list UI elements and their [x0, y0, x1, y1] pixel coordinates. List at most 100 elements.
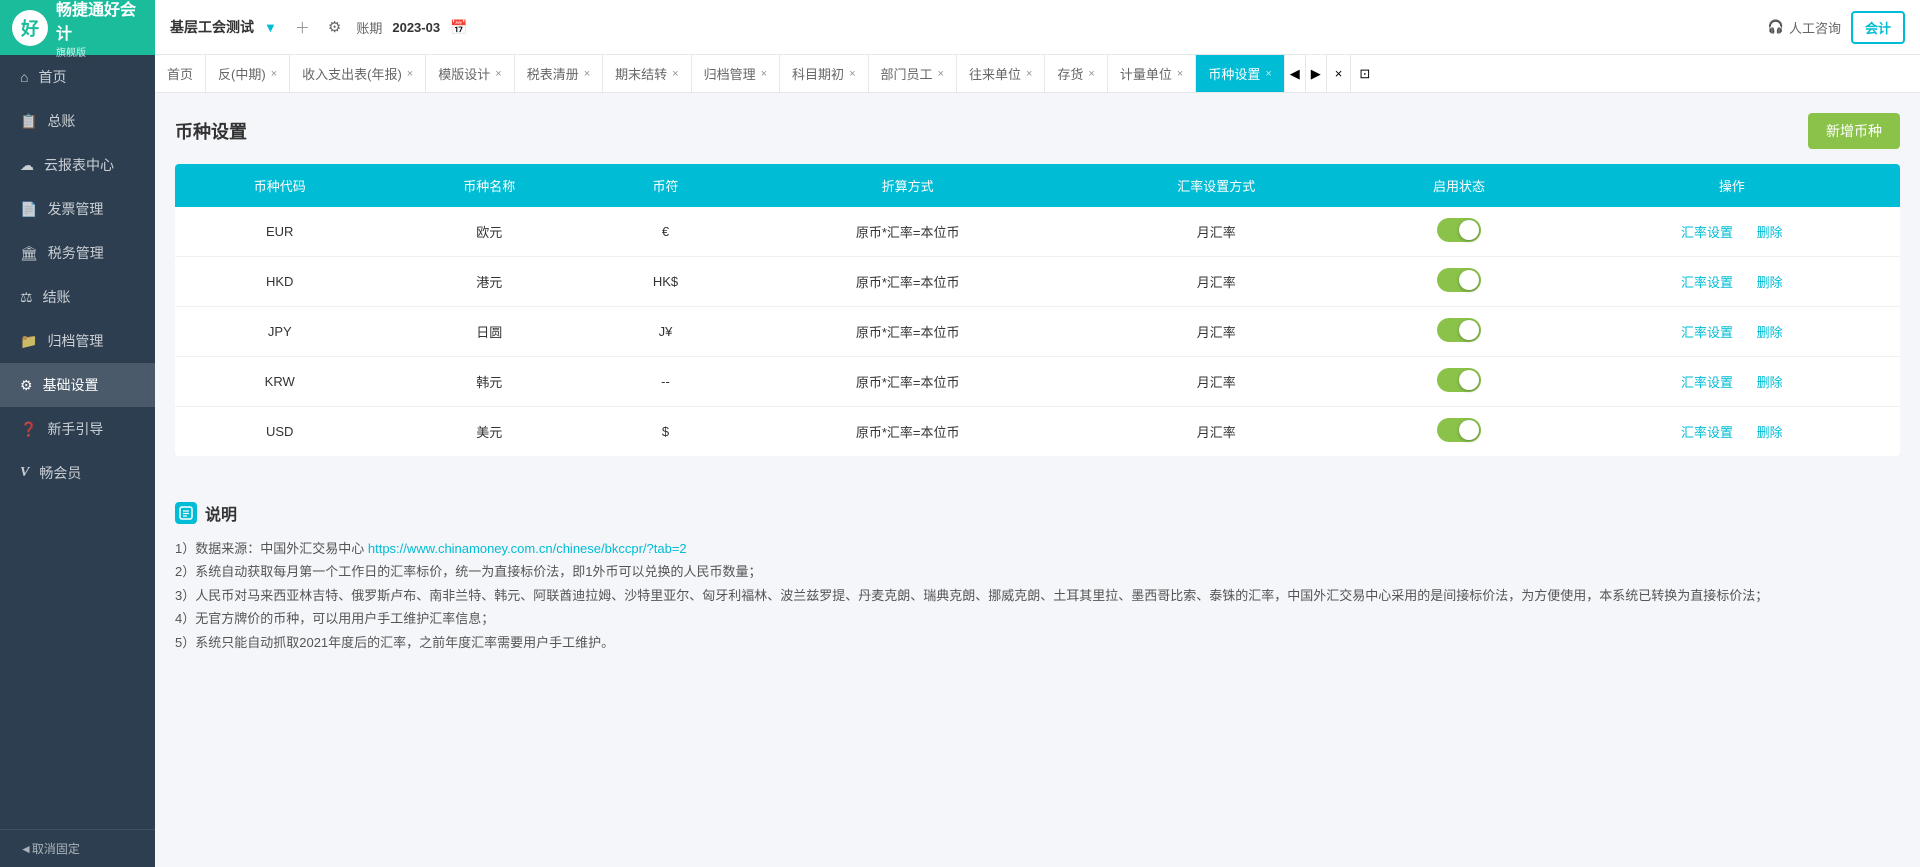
tab-close-icon[interactable]: × [1265, 68, 1271, 80]
cell-actions: 汇率设置 删除 [1564, 307, 1900, 357]
gear-icon[interactable]: ⚙ [328, 18, 341, 36]
sidebar-item-label: 畅会员 [39, 463, 81, 483]
sidebar-item-settle[interactable]: ⚖ 结账 [0, 275, 155, 319]
sidebar-item-label: 首页 [38, 67, 66, 87]
company-dropdown-icon[interactable]: ▼ [264, 20, 277, 35]
table-row: HKD 港元 HK$ 原币*汇率=本位币 月汇率 汇率设置 删除 [175, 257, 1900, 307]
tab-currency[interactable]: 币种设置 × [1196, 55, 1284, 93]
sidebar-item-invoice[interactable]: 📄 发票管理 [0, 187, 155, 231]
tab-dept[interactable]: 部门员工 × [869, 55, 957, 93]
rate-setting-link[interactable]: 汇率设置 [1681, 225, 1733, 240]
cell-code: USD [175, 407, 384, 457]
th-rate-type: 汇率设置方式 [1078, 164, 1354, 207]
rate-setting-link[interactable]: 汇率设置 [1681, 425, 1733, 440]
currency-table: 币种代码 币种名称 币符 折算方式 汇率设置方式 启用状态 操作 EUR 欧元 … [175, 164, 1900, 456]
tab-close-icon[interactable]: × [849, 68, 855, 80]
sidebar-item-archive[interactable]: 📁 归档管理 [0, 319, 155, 363]
rate-setting-link[interactable]: 汇率设置 [1681, 375, 1733, 390]
cell-status [1354, 357, 1563, 407]
cloud-icon: ☁ [20, 157, 34, 174]
sidebar-item-settings[interactable]: ⚙ 基础设置 [0, 363, 155, 407]
vip-icon: V [20, 465, 29, 481]
tabs-prev-nav[interactable]: ◀ [1285, 55, 1306, 93]
tab-template[interactable]: 模版设计 × [426, 55, 514, 93]
toggle-switch[interactable] [1437, 218, 1481, 242]
cell-status [1354, 207, 1563, 257]
sidebar-item-ledger[interactable]: 📋 总账 [0, 99, 155, 143]
tab-period-end[interactable]: 期末结转 × [603, 55, 691, 93]
note-item-4: 4）无官方牌价的币种，可以用用户手工维护汇率信息； [175, 607, 1900, 630]
tab-close-icon[interactable]: × [584, 68, 590, 80]
toggle-switch[interactable] [1437, 368, 1481, 392]
notes-title: 说明 [175, 501, 1900, 525]
cell-name: 港元 [384, 257, 593, 307]
tab-close-icon[interactable]: × [1088, 68, 1094, 80]
toggle-switch[interactable] [1437, 318, 1481, 342]
sidebar-pin-toggle[interactable]: ◄取消固定 [0, 829, 155, 867]
calendar-icon[interactable]: 📅 [450, 19, 467, 36]
tab-close-icon[interactable]: × [938, 68, 944, 80]
sidebar: 好 畅捷通好会计 旗舰版 ⌂ 首页 📋 总账 ☁ 云报表中心 📄 发票管理 🏛 … [0, 0, 155, 867]
sidebar-item-report[interactable]: ☁ 云报表中心 [0, 143, 155, 187]
sidebar-item-label: 基础设置 [43, 375, 99, 395]
tab-close-icon[interactable]: × [407, 68, 413, 80]
rate-setting-link[interactable]: 汇率设置 [1681, 325, 1733, 340]
tabs-close-all[interactable]: × [1327, 55, 1352, 93]
tab-inventory[interactable]: 存货 × [1045, 55, 1107, 93]
delete-link[interactable]: 删除 [1757, 375, 1783, 390]
cell-rate-type: 月汇率 [1078, 257, 1354, 307]
tabs-expand[interactable]: ⊡ [1351, 55, 1378, 93]
notes-link[interactable]: https://www.chinamoney.com.cn/chinese/bk… [368, 541, 687, 556]
tab-home[interactable]: 首页 [155, 55, 206, 93]
cell-conversion: 原币*汇率=本位币 [737, 257, 1078, 307]
tab-archive[interactable]: 归档管理 × [692, 55, 780, 93]
add-tab-icon[interactable]: ＋ [287, 17, 318, 38]
cell-status [1354, 257, 1563, 307]
delete-link[interactable]: 删除 [1757, 275, 1783, 290]
cell-status [1354, 307, 1563, 357]
account-button[interactable]: 会计 [1851, 11, 1905, 44]
period-value: 2023-03 [392, 20, 440, 35]
tab-close-icon[interactable]: × [271, 68, 277, 80]
guide-icon: ❓ [20, 421, 37, 438]
cell-code: JPY [175, 307, 384, 357]
sidebar-item-vip[interactable]: V 畅会员 [0, 451, 155, 495]
toggle-switch[interactable] [1437, 418, 1481, 442]
ledger-icon: 📋 [20, 113, 37, 130]
delete-link[interactable]: 删除 [1757, 325, 1783, 340]
tab-mid[interactable]: 反(中期) × [206, 55, 290, 93]
tab-close-icon[interactable]: × [495, 68, 501, 80]
sidebar-item-guide[interactable]: ❓ 新手引导 [0, 407, 155, 451]
tab-customer[interactable]: 往来单位 × [957, 55, 1045, 93]
tab-close-icon[interactable]: × [1026, 68, 1032, 80]
th-symbol: 币符 [594, 164, 737, 207]
service-button[interactable]: 🎧 人工咨询 [1768, 18, 1841, 37]
sidebar-item-label: 归档管理 [47, 331, 103, 351]
tabs-next-nav[interactable]: ▶ [1306, 55, 1327, 93]
tab-close-icon[interactable]: × [761, 68, 767, 80]
sidebar-item-home[interactable]: ⌂ 首页 [0, 55, 155, 99]
delete-link[interactable]: 删除 [1757, 225, 1783, 240]
main-area: 基层工会测试 ▼ ＋ ⚙ 账期 2023-03 📅 🎧 人工咨询 会计 首页 反… [155, 0, 1920, 867]
tab-annual[interactable]: 收入支出表(年报) × [290, 55, 426, 93]
new-currency-button[interactable]: 新增币种 [1808, 113, 1900, 149]
th-action: 操作 [1564, 164, 1900, 207]
cell-name: 日圆 [384, 307, 593, 357]
tab-close-icon[interactable]: × [672, 68, 678, 80]
cell-rate-type: 月汇率 [1078, 207, 1354, 257]
company-name: 基层工会测试 [170, 17, 254, 37]
archive-icon: 📁 [20, 333, 37, 350]
tab-subject[interactable]: 科目期初 × [780, 55, 868, 93]
toggle-switch[interactable] [1437, 268, 1481, 292]
tab-close-icon[interactable]: × [1177, 68, 1183, 80]
tabs-bar: 首页 反(中期) × 收入支出表(年报) × 模版设计 × 税表清册 × 期末结… [155, 55, 1920, 93]
tab-unit[interactable]: 计量单位 × [1108, 55, 1196, 93]
topbar-right: 🎧 人工咨询 会计 [1768, 11, 1905, 44]
rate-setting-link[interactable]: 汇率设置 [1681, 275, 1733, 290]
period-label: 账期 [356, 18, 382, 37]
sidebar-item-tax[interactable]: 🏛 税务管理 [0, 231, 155, 275]
tab-tax-table[interactable]: 税表清册 × [515, 55, 603, 93]
cell-symbol: $ [594, 407, 737, 457]
sidebar-item-label: 发票管理 [47, 199, 103, 219]
delete-link[interactable]: 删除 [1757, 425, 1783, 440]
